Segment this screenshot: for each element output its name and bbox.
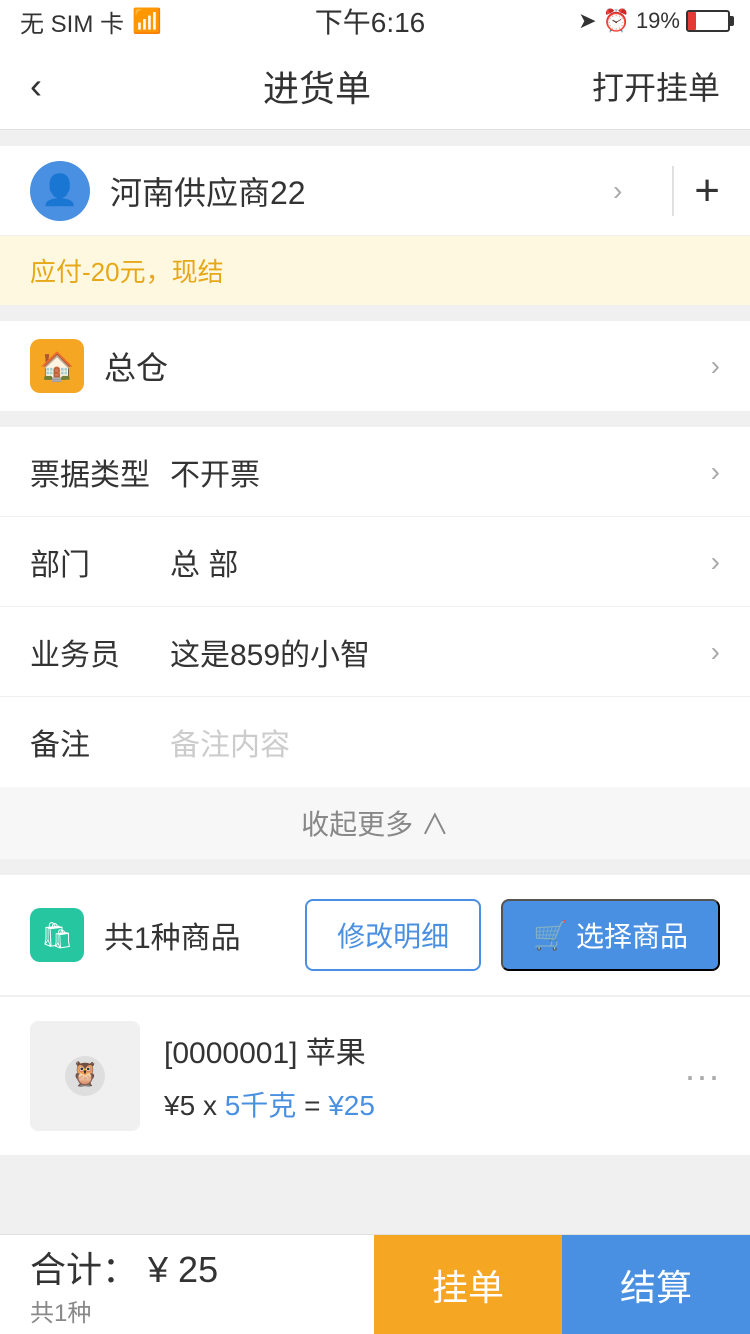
product-info: [0000001] 苹果 ¥5 x 5千克 = ¥25 <box>164 1028 660 1124</box>
status-bar: 无 SIM 卡 📶 下午6:16 ➤ ⏰ 19% <box>0 0 750 42</box>
product-more-button[interactable]: ··· <box>684 1055 720 1097</box>
supplier-row[interactable]: 👤 河南供应商22 › + <box>0 146 750 236</box>
collapse-bar[interactable]: 收起更多 ∧ <box>0 787 750 859</box>
hang-order-button[interactable]: 挂单 <box>374 1235 562 1334</box>
battery-percent: 19% <box>636 8 680 34</box>
status-time: 下午6:16 <box>315 1 426 41</box>
product-price: ¥5 x 5千克 = ¥25 <box>164 1084 660 1124</box>
total-value: ¥25 <box>328 1090 375 1121</box>
sim-text: 无 SIM 卡 <box>20 4 124 39</box>
status-left: 无 SIM 卡 📶 <box>20 4 162 39</box>
open-pending-button[interactable]: 打开挂单 <box>592 63 720 109</box>
settle-button[interactable]: 结算 <box>562 1235 750 1334</box>
salesperson-row[interactable]: 业务员 这是859的小智 › <box>0 607 750 697</box>
back-button[interactable]: ‹ <box>30 65 42 107</box>
edit-detail-button[interactable]: 修改明细 <box>305 899 481 971</box>
products-count: 共1种商品 <box>104 913 285 957</box>
invoice-type-row[interactable]: 票据类型 不开票 › <box>0 427 750 517</box>
salesperson-arrow-icon: › <box>711 636 720 668</box>
total-value: ¥ 25 <box>148 1249 218 1290</box>
invoice-type-arrow-icon: › <box>711 456 720 488</box>
content-area: 👤 河南供应商22 › + 应付-20元，现结 🏠 总仓 › 票据类型 不开票 … <box>0 146 750 1255</box>
remark-row[interactable]: 备注 备注内容 <box>0 697 750 787</box>
select-product-button[interactable]: 🛒 选择商品 <box>501 899 720 971</box>
person-icon: 👤 <box>41 173 78 208</box>
warehouse-name: 总仓 <box>104 343 711 389</box>
status-right: ➤ ⏰ 19% <box>578 8 730 34</box>
wifi-icon: 📶 <box>132 7 162 36</box>
total-amount: 合计： ¥ 25 <box>30 1241 374 1293</box>
supplier-avatar: 👤 <box>30 161 90 221</box>
form-card: 票据类型 不开票 › 部门 总 部 › 业务员 这是859的小智 › 备注 备注… <box>0 427 750 787</box>
notice-text: 应付-20元，现结 <box>30 257 224 287</box>
supplier-name: 河南供应商22 <box>110 168 613 214</box>
divider <box>672 166 674 216</box>
select-product-label: 选择商品 <box>576 915 688 955</box>
department-arrow-icon: › <box>711 546 720 578</box>
notice-bar: 应付-20元，现结 <box>0 236 750 305</box>
add-supplier-button[interactable]: + <box>694 169 720 213</box>
quantity-value: 5千克 <box>225 1090 297 1121</box>
settle-label: 结算 <box>620 1259 692 1311</box>
remark-label: 备注 <box>30 720 150 764</box>
product-name: [0000001] 苹果 <box>164 1028 660 1072</box>
bottom-bar: 合计： ¥ 25 共1种 挂单 结算 <box>0 1234 750 1334</box>
department-row[interactable]: 部门 总 部 › <box>0 517 750 607</box>
warehouse-card[interactable]: 🏠 总仓 › <box>0 321 750 411</box>
price-x: x <box>203 1090 225 1121</box>
invoice-type-value: 不开票 <box>150 450 711 494</box>
total-count: 共1种 <box>30 1293 374 1328</box>
salesperson-value: 这是859的小智 <box>150 630 711 674</box>
invoice-type-label: 票据类型 <box>30 450 150 494</box>
alarm-icon: ⏰ <box>603 8 630 34</box>
battery-icon <box>686 10 730 32</box>
svg-text:🦉: 🦉 <box>70 1061 100 1088</box>
products-header: 🛍 共1种商品 修改明细 🛒 选择商品 <box>0 875 750 995</box>
remark-value[interactable]: 备注内容 <box>150 720 720 764</box>
location-icon: ➤ <box>578 8 596 34</box>
department-label: 部门 <box>30 540 150 584</box>
department-value: 总 部 <box>150 540 711 584</box>
supplier-arrow-icon: › <box>613 175 622 207</box>
warehouse-icon: 🏠 <box>30 339 84 393</box>
page-title: 进货单 <box>263 60 371 112</box>
supplier-card: 👤 河南供应商22 › + 应付-20元，现结 <box>0 146 750 305</box>
product-item: 🦉 [0000001] 苹果 ¥5 x 5千克 = ¥25 ··· <box>0 997 750 1155</box>
salesperson-label: 业务员 <box>30 630 150 674</box>
warehouse-row[interactable]: 🏠 总仓 › <box>0 321 750 411</box>
price-value: ¥5 <box>164 1090 195 1121</box>
cart-icon: 🛒 <box>533 919 568 952</box>
nav-bar: ‹ 进货单 打开挂单 <box>0 42 750 130</box>
total-area: 合计： ¥ 25 共1种 <box>0 1235 374 1334</box>
warehouse-arrow-icon: › <box>711 350 720 382</box>
hang-order-label: 挂单 <box>432 1259 504 1311</box>
product-thumbnail: 🦉 <box>30 1021 140 1131</box>
shopping-icon: 🛍 <box>30 908 84 962</box>
total-label: 合计： <box>30 1249 138 1290</box>
collapse-label: 收起更多 ∧ <box>301 803 449 843</box>
equals: = <box>304 1090 328 1121</box>
